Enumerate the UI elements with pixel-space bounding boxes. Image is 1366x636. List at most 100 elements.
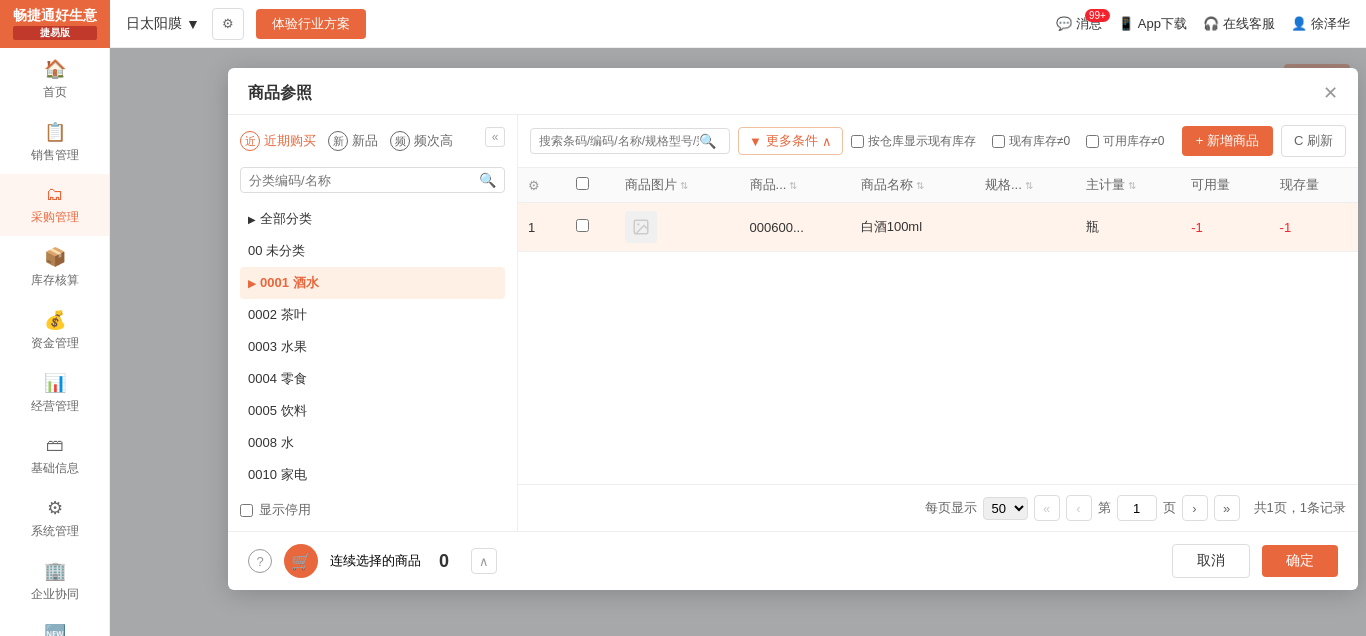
prev-page-button[interactable]: ‹ bbox=[1066, 495, 1092, 521]
trial-button[interactable]: 体验行业方案 bbox=[256, 9, 366, 39]
add-product-button[interactable]: + 新增商品 bbox=[1182, 126, 1273, 156]
available-stock-checkbox[interactable] bbox=[1086, 135, 1099, 148]
row-available: -1 bbox=[1181, 203, 1269, 252]
category-label: 0004 零食 bbox=[248, 370, 307, 388]
more-filter-button[interactable]: ▼ 更多条件 ∧ bbox=[738, 127, 843, 155]
row-name: 白酒100ml bbox=[851, 203, 975, 252]
enterprise-icon: 🏢 bbox=[44, 560, 66, 582]
last-page-button[interactable]: » bbox=[1214, 495, 1240, 521]
table-row[interactable]: 1 bbox=[518, 203, 1358, 252]
warehouse-filter[interactable]: 按仓库显示现有库存 bbox=[851, 133, 976, 150]
refresh-button[interactable]: C 刷新 bbox=[1281, 125, 1346, 157]
product-image bbox=[625, 211, 657, 243]
stock-column-header[interactable]: 现存量 bbox=[1280, 176, 1348, 194]
dialog-footer: ? 🛒 连续选择的商品 0 ∧ 取消 确定 bbox=[228, 531, 1358, 590]
left-panel: 近 近期购买 新 新品 频 频次高 « bbox=[228, 115, 518, 531]
online-service-button[interactable]: 🎧 在线客服 bbox=[1203, 15, 1275, 33]
brand-selector[interactable]: 日太阳膜 ▼ bbox=[126, 15, 204, 33]
category-water[interactable]: 0008 水 bbox=[240, 427, 505, 459]
category-search-icon: 🔍 bbox=[479, 172, 496, 188]
first-page-button[interactable]: « bbox=[1034, 495, 1060, 521]
sidebar-item-stock[interactable]: 📦 库存核算 bbox=[0, 236, 109, 299]
tab-frequent-label: 频次高 bbox=[414, 132, 453, 150]
notification-button[interactable]: 💬 消息 99+ bbox=[1056, 15, 1102, 33]
category-fruit[interactable]: 0003 水果 bbox=[240, 331, 505, 363]
category-all[interactable]: ▶ 全部分类 bbox=[240, 203, 505, 235]
sidebar-item-guide[interactable]: 🆕 新手引导 bbox=[0, 613, 109, 636]
user-name: 徐泽华 bbox=[1311, 15, 1350, 33]
sidebar-item-base[interactable]: 🗃 基础信息 bbox=[0, 425, 109, 487]
image-column-header[interactable]: 商品图片 ⇅ bbox=[625, 176, 729, 194]
sort-icon: ⇅ bbox=[789, 180, 797, 191]
name-column-header[interactable]: 商品名称 ⇅ bbox=[861, 176, 965, 194]
category-list: ▶ 全部分类 00 未分类 ▶ 0001 酒水 0002 茶叶 bbox=[240, 203, 505, 491]
sidebar-item-label: 企业协同 bbox=[31, 586, 79, 603]
cancel-button[interactable]: 取消 bbox=[1172, 544, 1250, 578]
code-column-header[interactable]: 商品... ⇅ bbox=[750, 176, 841, 194]
sidebar-item-enterprise[interactable]: 🏢 企业协同 bbox=[0, 550, 109, 613]
sidebar: 🏠 首页 📋 销售管理 🗂 采购管理 📦 库存核算 💰 资金管理 📊 经营管理 … bbox=[0, 48, 110, 636]
confirm-button[interactable]: 确定 bbox=[1262, 545, 1338, 577]
sidebar-item-operation[interactable]: 📊 经营管理 bbox=[0, 362, 109, 425]
home-icon: 🏠 bbox=[44, 58, 66, 80]
select-all-checkbox[interactable] bbox=[576, 177, 589, 190]
category-label: 0010 家电 bbox=[248, 466, 307, 484]
show-disabled-checkbox[interactable] bbox=[240, 504, 253, 517]
app-label: App下载 bbox=[1138, 15, 1187, 33]
category-search-input[interactable] bbox=[249, 173, 479, 188]
dialog-close-button[interactable]: ✕ bbox=[1323, 82, 1338, 104]
per-page-select[interactable]: 50 bbox=[983, 497, 1028, 520]
category-wine[interactable]: ▶ 0001 酒水 bbox=[240, 267, 505, 299]
settings-button[interactable]: ⚙ bbox=[212, 8, 244, 40]
column-label: 可用量 bbox=[1191, 176, 1230, 194]
th-check[interactable] bbox=[566, 168, 615, 203]
column-settings-icon[interactable]: ⚙ bbox=[528, 178, 540, 193]
tab-frequent[interactable]: 频 频次高 bbox=[390, 127, 453, 155]
warehouse-checkbox[interactable] bbox=[851, 135, 864, 148]
unit-column-header[interactable]: 主计量 ⇅ bbox=[1086, 176, 1171, 194]
row-checkbox[interactable] bbox=[576, 219, 589, 232]
product-search-box[interactable]: 🔍 bbox=[530, 128, 730, 154]
product-search-input[interactable] bbox=[539, 134, 699, 148]
sidebar-item-label: 首页 bbox=[43, 84, 67, 101]
tab-new[interactable]: 新 新品 bbox=[328, 127, 378, 155]
stock-icon: 📦 bbox=[44, 246, 66, 268]
available-stock-filter[interactable]: 可用库存≠0 bbox=[1086, 133, 1164, 150]
pagination: 每页显示 50 « ‹ 第 页 › » 共1页，1条记录 bbox=[518, 484, 1358, 531]
sidebar-item-system[interactable]: ⚙ 系统管理 bbox=[0, 487, 109, 550]
sort-icon: ⇅ bbox=[1025, 180, 1033, 191]
user-profile-button[interactable]: 👤 徐泽华 bbox=[1291, 15, 1350, 33]
category-drink[interactable]: 0005 饮料 bbox=[240, 395, 505, 427]
th-gear[interactable]: ⚙ bbox=[518, 168, 566, 203]
category-snack[interactable]: 0004 零食 bbox=[240, 363, 505, 395]
category-tea[interactable]: 0002 茶叶 bbox=[240, 299, 505, 331]
footer-collapse-button[interactable]: ∧ bbox=[471, 548, 497, 574]
cart-button[interactable]: 🛒 bbox=[284, 544, 318, 578]
dialog-body: 近 近期购买 新 新品 频 频次高 « bbox=[228, 115, 1358, 531]
next-page-button[interactable]: › bbox=[1182, 495, 1208, 521]
topbar: 畅捷通好生意 捷易版 日太阳膜 ▼ ⚙ 体验行业方案 💬 消息 99+ 📱 Ap… bbox=[0, 0, 1366, 48]
row-check[interactable] bbox=[566, 203, 615, 252]
sidebar-item-sales[interactable]: 📋 销售管理 bbox=[0, 111, 109, 174]
category-search-box[interactable]: 🔍 bbox=[240, 167, 505, 193]
frequent-icon: 频 bbox=[390, 131, 410, 151]
sidebar-item-purchase[interactable]: 🗂 采购管理 bbox=[0, 174, 109, 236]
category-unclassified[interactable]: 00 未分类 bbox=[240, 235, 505, 267]
tab-recent-label: 近期购买 bbox=[264, 132, 316, 150]
sidebar-item-home[interactable]: 🏠 首页 bbox=[0, 48, 109, 111]
available-column-header[interactable]: 可用量 bbox=[1191, 176, 1259, 194]
category-appliance[interactable]: 0010 家电 bbox=[240, 459, 505, 491]
sidebar-item-label: 采购管理 bbox=[31, 209, 79, 226]
page-number-input[interactable] bbox=[1117, 495, 1157, 521]
tab-recent[interactable]: 近 近期购买 bbox=[240, 127, 316, 155]
search-icon[interactable]: 🔍 bbox=[699, 133, 716, 149]
existing-stock-checkbox[interactable] bbox=[992, 135, 1005, 148]
sidebar-item-finance[interactable]: 💰 资金管理 bbox=[0, 299, 109, 362]
app-download-button[interactable]: 📱 App下载 bbox=[1118, 15, 1187, 33]
existing-stock-filter[interactable]: 现有库存≠0 bbox=[992, 133, 1070, 150]
help-button[interactable]: ? bbox=[248, 549, 272, 573]
left-panel-collapse-button[interactable]: « bbox=[485, 127, 505, 147]
spec-column-header[interactable]: 规格... ⇅ bbox=[985, 176, 1067, 194]
brand-name: 日太阳膜 bbox=[126, 15, 182, 33]
th-spec: 规格... ⇅ bbox=[975, 168, 1077, 203]
